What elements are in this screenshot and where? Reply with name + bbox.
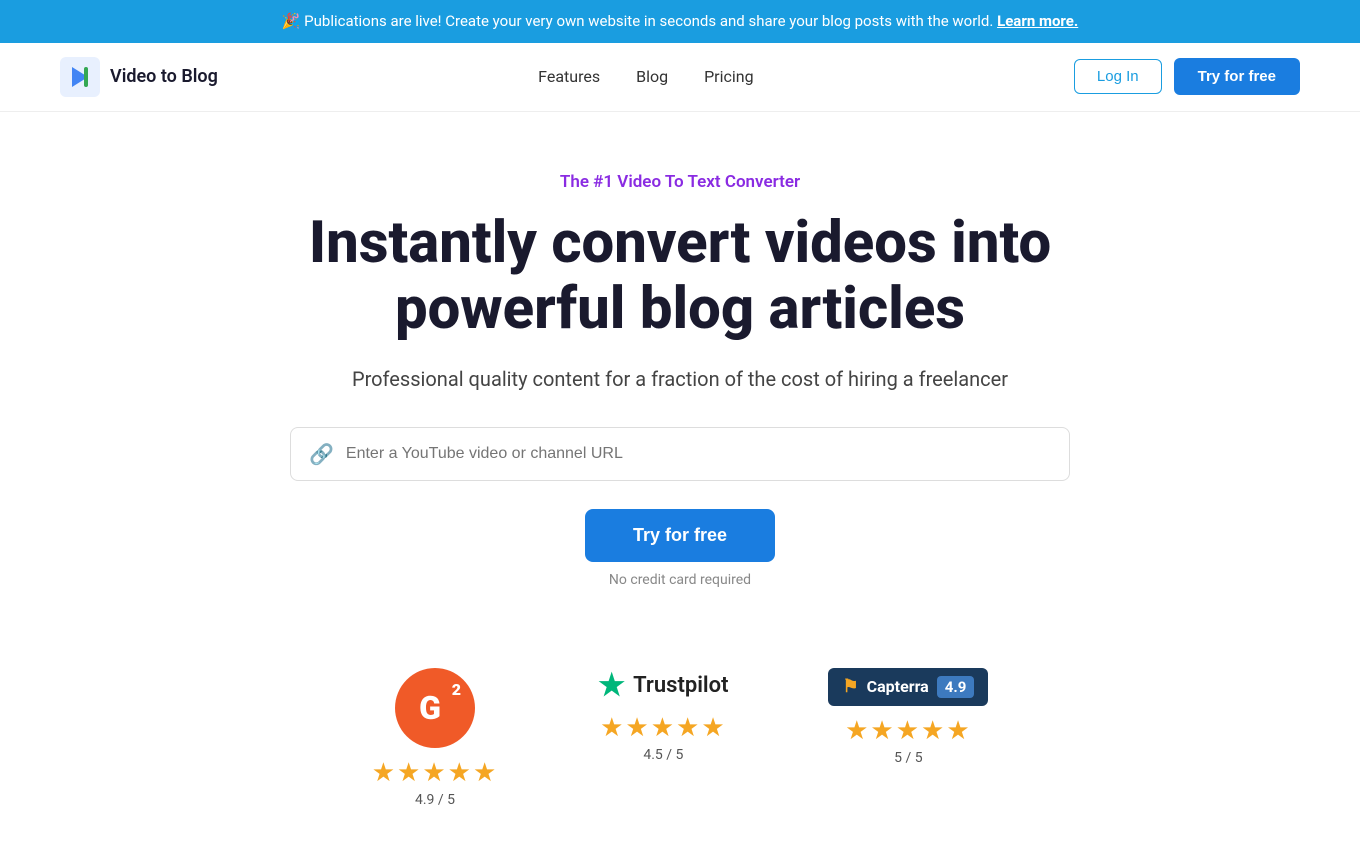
capterra-logo: ⚑ Capterra 4.9 <box>828 668 988 706</box>
hero-title: Instantly convert videos into powerful b… <box>250 210 1110 343</box>
trustpilot-logo: ★ Trustpilot <box>598 668 728 703</box>
g2-score: 4.9 / 5 <box>372 792 499 808</box>
logo-icon <box>60 57 100 97</box>
url-input[interactable] <box>346 445 1051 463</box>
g2-rating: G ★★★★★ 4.9 / 5 <box>372 668 499 808</box>
main-nav: Video to Blog Features Blog Pricing Log … <box>0 43 1360 112</box>
ratings-section: G ★★★★★ 4.9 / 5 ★ Trustpilot ★★★★★ 4.5 /… <box>0 628 1360 858</box>
trustpilot-label: Trustpilot <box>633 673 728 698</box>
link-icon: 🔗 <box>309 442 334 466</box>
trustpilot-score: 4.5 / 5 <box>598 747 728 763</box>
capterra-score-badge: 4.9 <box>937 676 975 698</box>
trustpilot-stars: ★★★★★ <box>598 713 728 743</box>
banner-learn-more-link[interactable]: Learn more. <box>997 12 1078 30</box>
capterra-score: 5 / 5 <box>828 750 988 766</box>
hero-subtitle: Professional quality content for a fract… <box>250 367 1110 391</box>
hero-try-free-button[interactable]: Try for free <box>585 509 775 562</box>
announcement-banner: 🎉 Publications are live! Create your ver… <box>0 0 1360 43</box>
hero-section: The #1 Video To Text Converter Instantly… <box>230 112 1130 628</box>
capterra-stars: ★★★★★ <box>828 716 988 746</box>
nav-try-free-button[interactable]: Try for free <box>1174 58 1300 95</box>
hero-title-line1: Instantly convert videos into <box>309 209 1051 277</box>
nav-features-link[interactable]: Features <box>538 67 600 86</box>
nav-links: Features Blog Pricing <box>538 67 753 86</box>
brand-name: Video to Blog <box>110 66 218 87</box>
trustpilot-rating: ★ Trustpilot ★★★★★ 4.5 / 5 <box>598 668 728 763</box>
capterra-flag-icon: ⚑ <box>842 676 858 697</box>
url-input-wrapper: 🔗 <box>290 427 1070 481</box>
hero-title-line2: powerful blog articles <box>395 275 965 343</box>
nav-actions: Log In Try for free <box>1074 58 1300 95</box>
brand-logo[interactable]: Video to Blog <box>60 57 218 97</box>
g2-logo: G <box>372 668 499 748</box>
capterra-badge: ⚑ Capterra 4.9 <box>828 668 988 706</box>
nav-blog-link[interactable]: Blog <box>636 67 668 86</box>
capterra-label: Capterra <box>867 677 929 696</box>
banner-text: 🎉 Publications are live! Create your ver… <box>282 12 994 30</box>
trustpilot-star-icon: ★ <box>598 668 625 703</box>
nav-pricing-link[interactable]: Pricing <box>704 67 754 86</box>
g2-badge: G <box>395 668 475 748</box>
g2-stars: ★★★★★ <box>372 758 499 788</box>
login-button[interactable]: Log In <box>1074 59 1162 94</box>
no-credit-card-text: No credit card required <box>250 572 1110 588</box>
hero-tagline: The #1 Video To Text Converter <box>250 172 1110 192</box>
capterra-rating: ⚑ Capterra 4.9 ★★★★★ 5 / 5 <box>828 668 988 766</box>
